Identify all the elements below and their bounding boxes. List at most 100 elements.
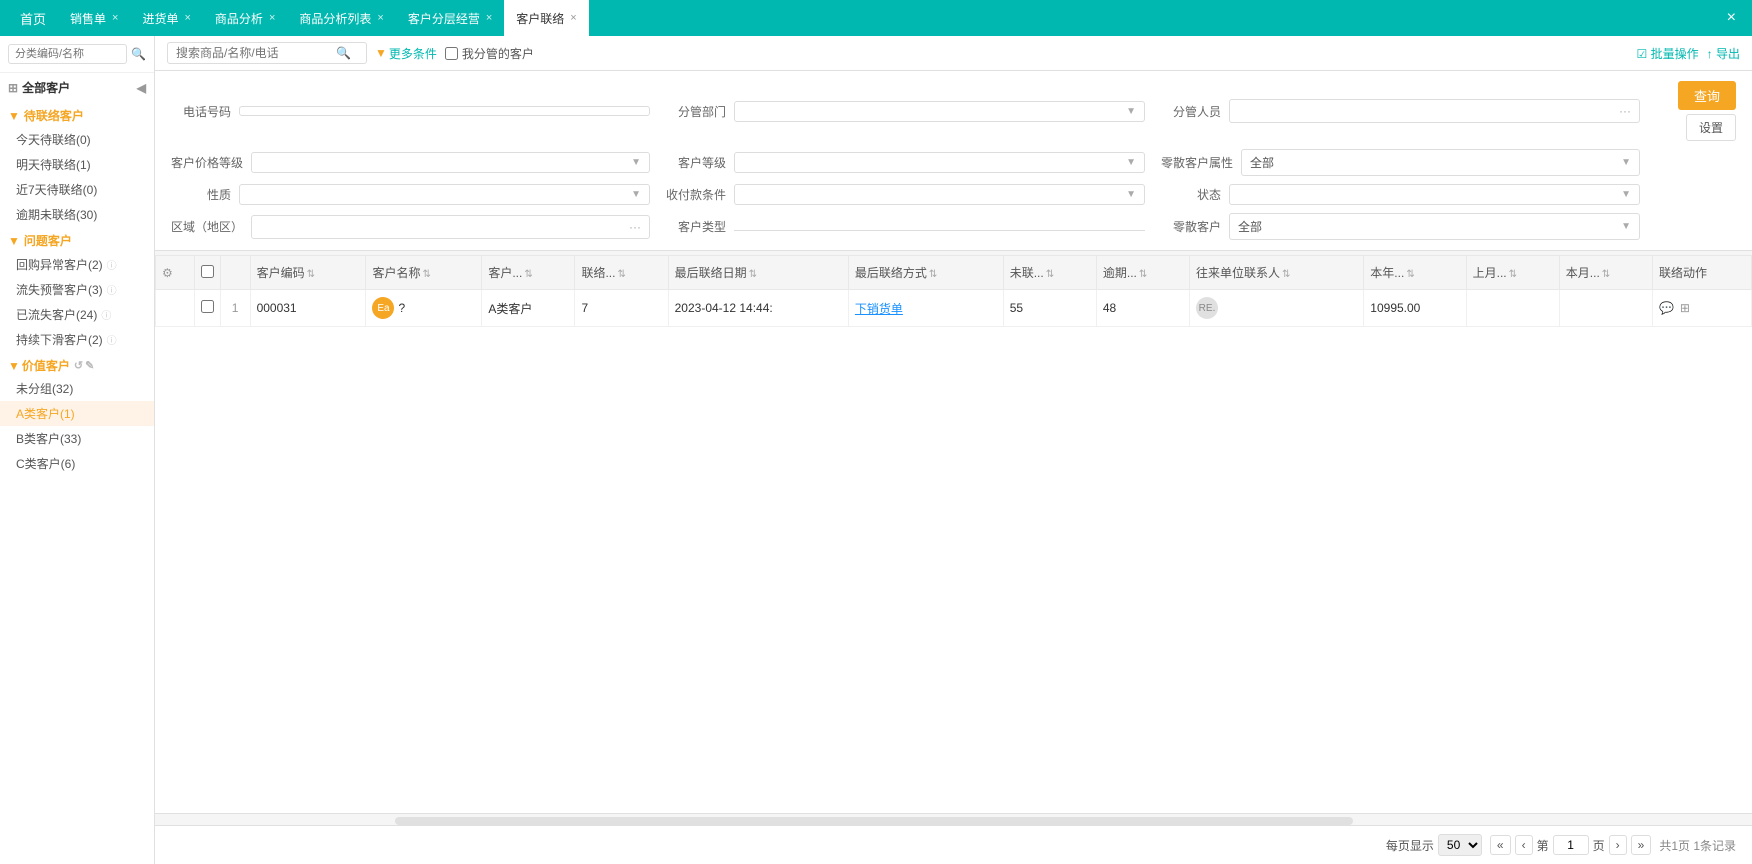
tab-close-icon[interactable]: × bbox=[112, 12, 118, 24]
batch-op-btn[interactable]: ☑ 批量操作 bbox=[1637, 45, 1699, 62]
retail-attr-label: 零散客户属性 bbox=[1161, 154, 1233, 171]
nav-tab-商品分析[interactable]: 商品分析× bbox=[203, 0, 287, 36]
customer-type-input[interactable] bbox=[734, 222, 1145, 231]
sidebar-item-value[interactable]: A类客户(1) bbox=[0, 401, 154, 426]
export-btn[interactable]: ↑ 导出 bbox=[1707, 45, 1740, 62]
customer-type-label: 客户类型 bbox=[666, 218, 726, 235]
search-icon[interactable]: 🔍 bbox=[336, 46, 351, 60]
prev-page-btn[interactable]: ‹ bbox=[1515, 835, 1533, 855]
payment-label: 收付款条件 bbox=[666, 186, 726, 203]
manager-dots[interactable]: ··· bbox=[1619, 104, 1631, 118]
tab-close-icon[interactable]: × bbox=[377, 12, 383, 24]
region-input[interactable]: ··· bbox=[251, 215, 650, 239]
sidebar-item-pending[interactable]: 近7天待联络(0) bbox=[0, 177, 154, 202]
row-contact-cell: 7 bbox=[575, 290, 668, 327]
link-icon[interactable]: ⊞ bbox=[1680, 301, 1690, 315]
col-last-contact-date: 最后联络日期⇅ bbox=[668, 256, 848, 290]
sidebar-value-customers-group[interactable]: ▼ 价值客户 ↺ ✎ bbox=[0, 352, 154, 376]
info-icon: ⓘ bbox=[107, 282, 117, 297]
my-customers-check[interactable] bbox=[445, 47, 458, 60]
region-dots[interactable]: ··· bbox=[629, 220, 641, 234]
customer-grade-field: 客户等级 ▼ bbox=[666, 152, 1145, 173]
tab-close-icon[interactable]: × bbox=[486, 12, 492, 24]
row-last-month-cell bbox=[1466, 290, 1559, 327]
main-search-input[interactable] bbox=[176, 46, 336, 60]
message-icon[interactable]: 💬 bbox=[1659, 301, 1674, 315]
tab-close-icon[interactable]: × bbox=[570, 12, 576, 24]
check-icon: ☑ bbox=[1637, 47, 1648, 61]
retail-customer-label: 零散客户 bbox=[1161, 218, 1221, 235]
col-contact-action: 联络动作 bbox=[1652, 256, 1751, 290]
filter-bar: 🔍 ▼ 更多条件 我分管的客户 ☑ 批量操作 ↑ 导出 bbox=[155, 36, 1752, 71]
manager-label: 分管人员 bbox=[1161, 103, 1221, 120]
manager-input[interactable]: ··· bbox=[1229, 99, 1640, 123]
retail-customer-select[interactable]: 全部▼ bbox=[1229, 213, 1640, 240]
nav-tab-商品分析列表[interactable]: 商品分析列表× bbox=[287, 0, 395, 36]
sidebar-item-problem[interactable]: 流失预警客户(3)ⓘ bbox=[0, 277, 154, 302]
row-this-month-cell bbox=[1559, 290, 1652, 327]
tab-close-icon[interactable]: × bbox=[184, 12, 190, 24]
customer-grade-select[interactable]: ▼ bbox=[734, 152, 1145, 173]
col-rownum bbox=[220, 256, 250, 290]
sidebar-pending-contact-group: ▼ 待联络客户 bbox=[0, 102, 154, 127]
sidebar-item-problem[interactable]: 回购异常客户(2)ⓘ bbox=[0, 252, 154, 277]
more-filter-btn[interactable]: ▼ 更多条件 bbox=[375, 45, 437, 62]
sidebar-search-input[interactable] bbox=[8, 44, 127, 64]
query-button[interactable]: 查询 bbox=[1678, 81, 1736, 110]
row-code-cell: 000031 bbox=[250, 290, 366, 327]
dept-select[interactable]: ▼ bbox=[734, 101, 1145, 122]
nature-select[interactable]: ▼ bbox=[239, 184, 650, 205]
horizontal-scrollbar[interactable] bbox=[155, 813, 1752, 825]
row-checkbox[interactable] bbox=[201, 300, 214, 313]
close-all-tabs[interactable]: × bbox=[1719, 9, 1744, 27]
per-page-select[interactable]: 50 bbox=[1438, 834, 1482, 856]
gear-icon[interactable]: ⚙ bbox=[162, 266, 173, 280]
settings-button[interactable]: 设置 bbox=[1686, 114, 1736, 141]
pagination: 每页显示 50 « ‹ 第 页 › » 共1页 1条记录 bbox=[155, 825, 1752, 864]
sidebar-item-problem[interactable]: 持续下滑客户(2)ⓘ bbox=[0, 327, 154, 352]
col-name: 客户名称⇅ bbox=[366, 256, 482, 290]
edit-icon[interactable]: ✎ bbox=[85, 359, 94, 372]
value-group-actions: ↺ ✎ bbox=[74, 359, 94, 372]
nav-home[interactable]: 首页 bbox=[8, 9, 58, 28]
page-nav: « ‹ 第 页 › » bbox=[1490, 835, 1651, 855]
filter-icon: ▼ bbox=[375, 46, 387, 60]
select-all-checkbox[interactable] bbox=[201, 265, 214, 278]
manager-field: 分管人员 ··· bbox=[1161, 99, 1640, 123]
retail-attr-select[interactable]: 全部▼ bbox=[1241, 149, 1640, 176]
nav-tab-客户联络[interactable]: 客户联络× bbox=[504, 0, 588, 36]
sidebar-all-customers[interactable]: ⊞ 全部客户 ◀ bbox=[0, 73, 154, 102]
row-grade-cell: A类客户 bbox=[482, 290, 575, 327]
status-select[interactable]: ▼ bbox=[1229, 184, 1640, 205]
sidebar-item-problem[interactable]: 已流失客户(24)ⓘ bbox=[0, 302, 154, 327]
per-page-label: 每页显示 bbox=[1386, 837, 1434, 854]
col-not-contacted: 未联...⇅ bbox=[1003, 256, 1096, 290]
sidebar-search-button[interactable]: 🔍 bbox=[131, 47, 146, 61]
nav-tab-客户分层经营[interactable]: 客户分层经营× bbox=[396, 0, 504, 36]
info-icon: ⓘ bbox=[107, 332, 117, 347]
first-page-btn[interactable]: « bbox=[1490, 835, 1511, 855]
sidebar-search-wrap: 🔍 bbox=[0, 36, 154, 73]
sidebar-item-pending[interactable]: 今天待联络(0) bbox=[0, 127, 154, 152]
payment-select[interactable]: ▼ bbox=[734, 184, 1145, 205]
sidebar-item-pending[interactable]: 明天待联络(1) bbox=[0, 152, 154, 177]
price-grade-select[interactable]: ▼ bbox=[251, 152, 650, 173]
page-input[interactable] bbox=[1553, 835, 1589, 855]
last-page-btn[interactable]: » bbox=[1631, 835, 1652, 855]
sidebar-problem-customers-group: ▼ 问题客户 bbox=[0, 227, 154, 252]
customer-type-field: 客户类型 bbox=[666, 218, 1145, 235]
refresh-icon[interactable]: ↺ bbox=[74, 359, 83, 372]
sidebar-item-pending[interactable]: 逾期未联络(30) bbox=[0, 202, 154, 227]
nav-tab-销售单[interactable]: 销售单× bbox=[58, 0, 130, 36]
sidebar-item-value[interactable]: C类客户(6) bbox=[0, 451, 154, 476]
next-page-btn[interactable]: › bbox=[1609, 835, 1627, 855]
tab-close-icon[interactable]: × bbox=[269, 12, 275, 24]
nav-tab-进货单[interactable]: 进货单× bbox=[130, 0, 202, 36]
retail-attr-field: 零散客户属性 全部▼ bbox=[1161, 149, 1640, 176]
sidebar-item-value[interactable]: B类客户(33) bbox=[0, 426, 154, 451]
sidebar-item-value[interactable]: 未分组(32) bbox=[0, 376, 154, 401]
nature-label: 性质 bbox=[171, 186, 231, 203]
phone-input[interactable] bbox=[239, 106, 650, 116]
filter-row-1: 电话号码 分管部门 ▼ 分管人员 ··· 查询 设置 bbox=[171, 81, 1736, 141]
my-customers-checkbox[interactable]: 我分管的客户 bbox=[445, 45, 534, 62]
